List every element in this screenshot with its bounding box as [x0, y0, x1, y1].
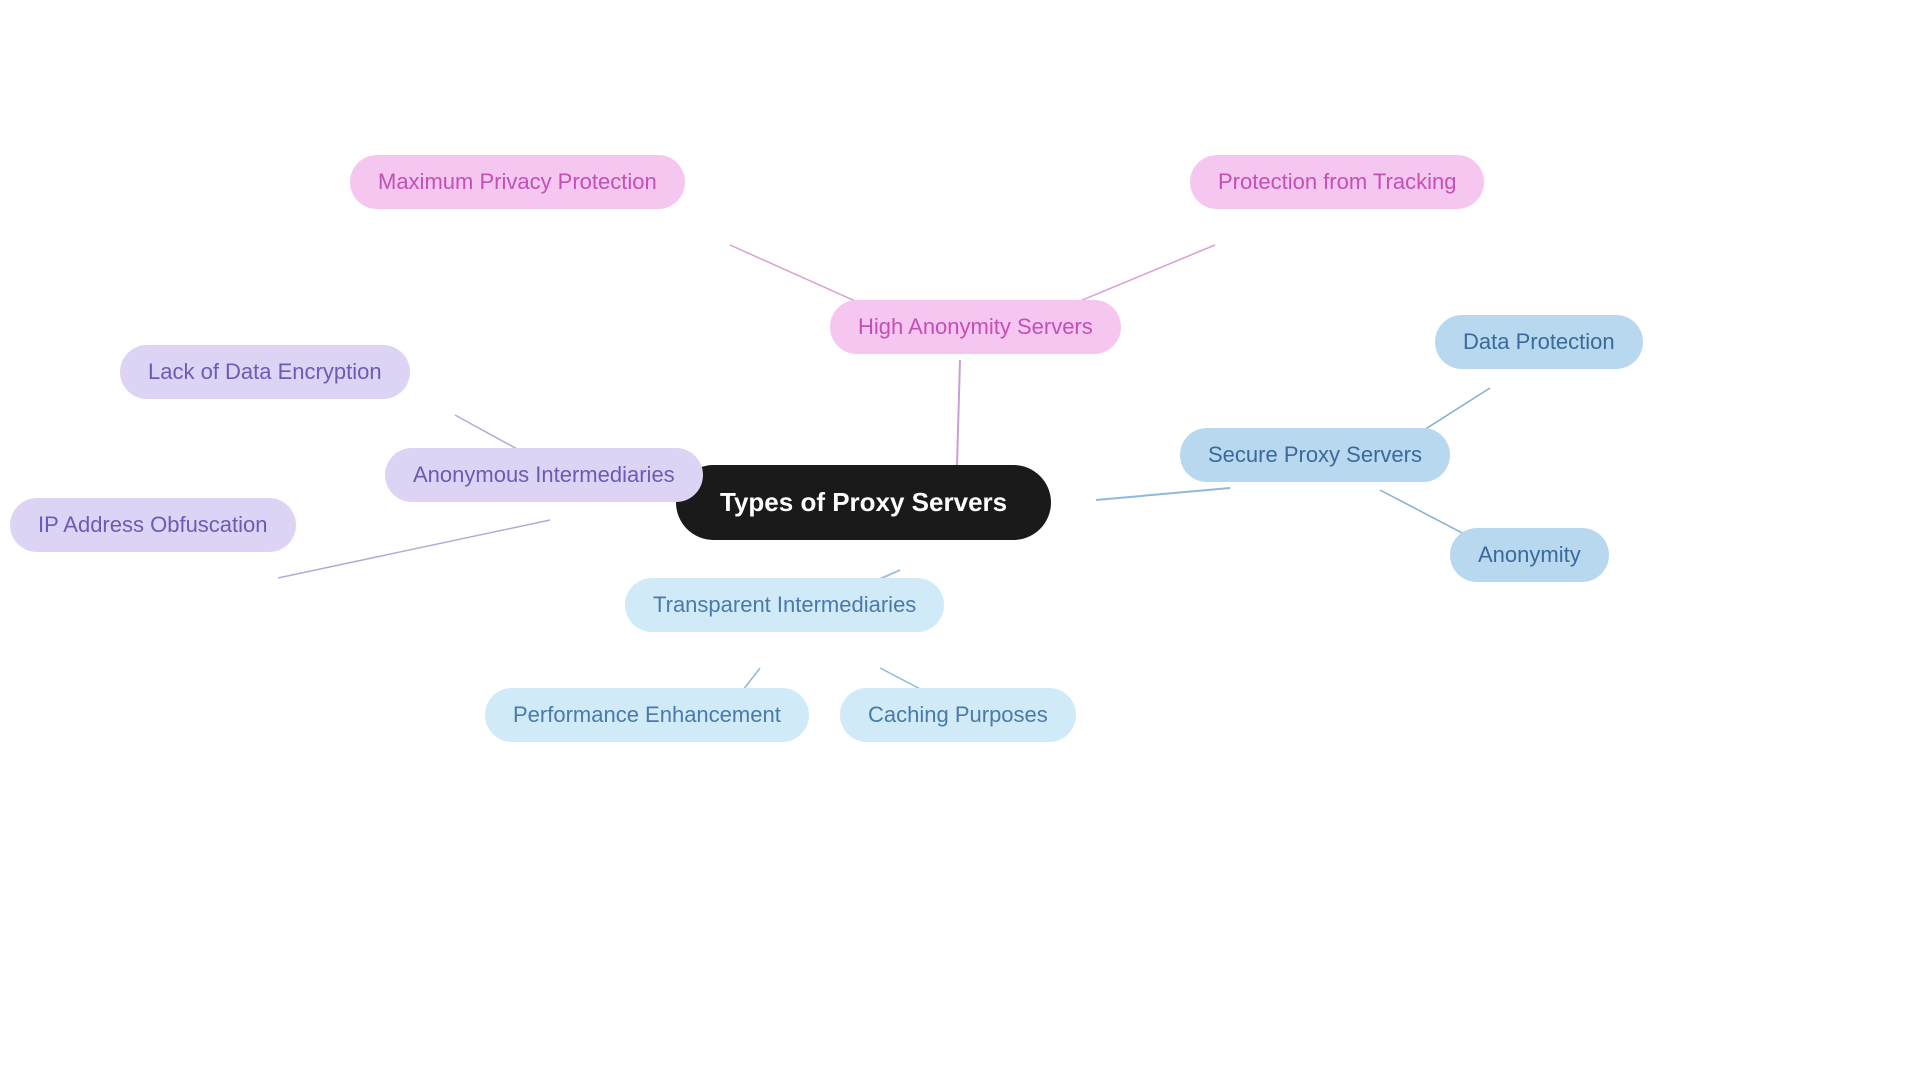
node-high-anonymity: High Anonymity Servers — [830, 300, 1121, 354]
node-performance-enhancement: Performance Enhancement — [485, 688, 809, 742]
node-anonymity: Anonymity — [1450, 528, 1609, 582]
node-anonymous-intermediaries: Anonymous Intermediaries — [385, 448, 703, 502]
node-transparent-intermediaries: Transparent Intermediaries — [625, 578, 944, 632]
center-node: Types of Proxy Servers — [676, 465, 1051, 540]
node-data-protection: Data Protection — [1435, 315, 1643, 369]
node-max-privacy: Maximum Privacy Protection — [350, 155, 685, 209]
node-secure-proxy: Secure Proxy Servers — [1180, 428, 1450, 482]
node-protection-tracking: Protection from Tracking — [1190, 155, 1484, 209]
node-ip-obfuscation: IP Address Obfuscation — [10, 498, 296, 552]
node-lack-encryption: Lack of Data Encryption — [120, 345, 410, 399]
node-caching-purposes: Caching Purposes — [840, 688, 1076, 742]
